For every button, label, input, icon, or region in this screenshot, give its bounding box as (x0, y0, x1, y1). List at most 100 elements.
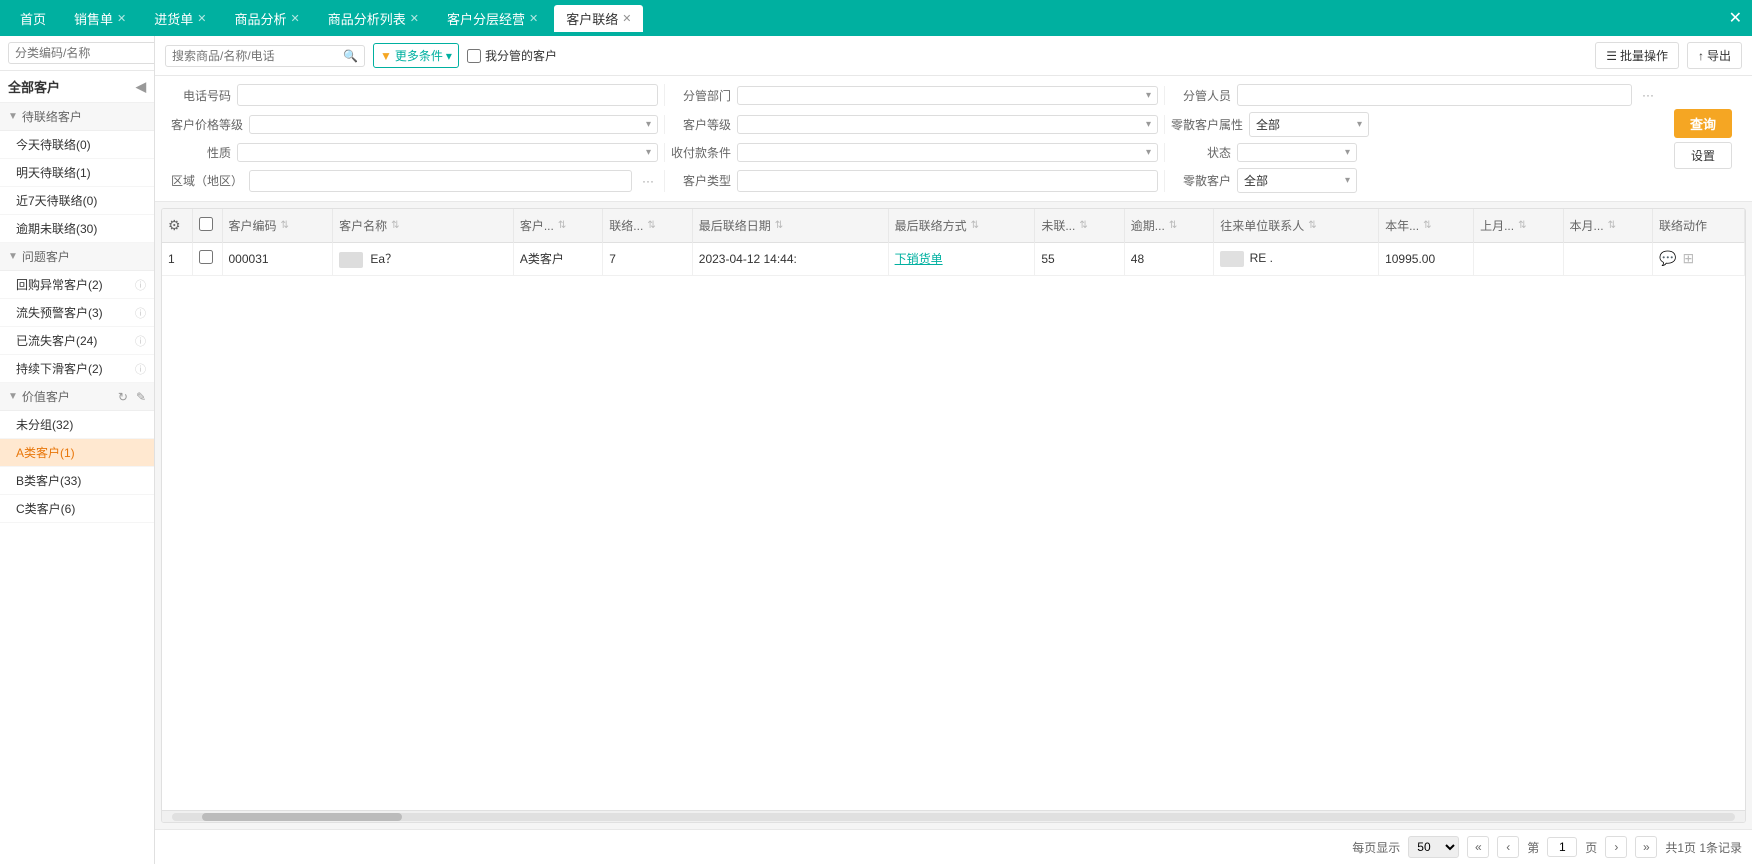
nature-select[interactable]: ▾ (237, 143, 658, 162)
nav-tab-customer-segment[interactable]: 客户分层经营 ✕ (435, 5, 550, 32)
my-customers-checkbox[interactable]: 我分管的客户 (467, 47, 557, 64)
sidebar-item-unclassified[interactable]: 未分组(32) (0, 411, 154, 439)
prev-page-btn[interactable]: ‹ (1497, 836, 1519, 858)
sort-year-amount-icon[interactable]: ⇅ (1423, 220, 1431, 231)
table-scroll-area[interactable]: ⚙ 客户编码 ⇅ (162, 209, 1745, 810)
col-code: 客户编码 ⇅ (222, 209, 333, 243)
sidebar-item-repurchase-abnormal[interactable]: 回购异常客户(2) ⓘ (0, 271, 154, 299)
nav-tab-customer-contact[interactable]: 客户联络 ✕ (554, 5, 643, 32)
sort-code-icon[interactable]: ⇅ (281, 220, 289, 231)
last-page-btn[interactable]: » (1635, 836, 1657, 858)
price-level-select[interactable]: ▾ (249, 115, 658, 134)
export-button[interactable]: ↑ 导出 (1687, 42, 1742, 69)
customer-level-select[interactable]: ▾ (737, 115, 1158, 134)
filter-cell-dept: 分管部门 ▾ (665, 86, 1165, 105)
last-method-link[interactable]: 下销货单 (895, 252, 943, 266)
sidebar-item-churned[interactable]: 已流失客户(24) ⓘ (0, 327, 154, 355)
sort-overdue-icon[interactable]: ⇅ (1169, 220, 1177, 231)
page-number-input[interactable] (1547, 837, 1577, 857)
nav-tab-product-analysis[interactable]: 商品分析 ✕ (222, 5, 311, 32)
section-problem-label: 问题客户 (22, 248, 70, 265)
sidebar-item-class-c[interactable]: C类客户(6) (0, 495, 154, 523)
filter-cell-payment: 收付款条件 ▾ (665, 143, 1165, 162)
sort-unit-contact-icon[interactable]: ⇅ (1308, 220, 1316, 231)
my-customers-check[interactable] (467, 49, 481, 63)
sidebar-item-tomorrow[interactable]: 明天待联络(1) (0, 159, 154, 187)
sort-type-icon[interactable]: ⇅ (558, 220, 566, 231)
sidebar-item-class-b[interactable]: B类客户(33) (0, 467, 154, 495)
filter-bar: 🔍 ▼ 更多条件 ▾ 我分管的客户 ☰ 批量操作 ↑ 导出 (155, 36, 1752, 76)
edit-icon[interactable]: ✎ (136, 390, 146, 404)
close-sales-tab[interactable]: ✕ (117, 12, 126, 25)
per-page-select[interactable]: 50 20 100 200 (1408, 836, 1459, 858)
nav-tab-purchase[interactable]: 进货单 ✕ (142, 5, 218, 32)
manager-input[interactable] (1237, 84, 1632, 106)
phone-input[interactable] (237, 84, 658, 106)
region-more-btn[interactable]: ··· (638, 174, 658, 188)
sidebar-item-today[interactable]: 今天待联络(0) (0, 131, 154, 159)
sidebar-search-input[interactable] (8, 42, 155, 64)
customer-type-input[interactable] (737, 170, 1158, 192)
retail-select[interactable]: 全部 ▾ (1237, 168, 1357, 193)
sort-contact-count-icon[interactable]: ⇅ (647, 220, 655, 231)
select-all-checkbox[interactable] (199, 217, 213, 231)
col-year-amount: 本年... ⇅ (1379, 209, 1474, 243)
close-product-list-tab[interactable]: ✕ (410, 12, 419, 25)
sort-this-month-icon[interactable]: ⇅ (1608, 220, 1616, 231)
batch-op-button[interactable]: ☰ 批量操作 (1595, 42, 1679, 69)
close-customer-segment-tab[interactable]: ✕ (529, 12, 538, 25)
section-value-customers[interactable]: ▼ 价值客户 ↻ ✎ (0, 383, 154, 411)
sort-no-contact-icon[interactable]: ⇅ (1079, 220, 1087, 231)
sidebar-item-7days[interactable]: 近7天待联络(0) (0, 187, 154, 215)
sidebar-item-churn-warning[interactable]: 流失预警客户(3) ⓘ (0, 299, 154, 327)
nav-tab-product-list[interactable]: 商品分析列表 ✕ (316, 5, 431, 32)
payment-chev: ▾ (1146, 147, 1151, 158)
price-level-chev: ▾ (646, 119, 651, 130)
manager-more-btn[interactable]: ··· (1638, 88, 1658, 102)
sidebar-collapse-icon[interactable]: ◀ (136, 79, 146, 95)
filter-cell-region: 区域（地区） ··· (165, 170, 665, 192)
retail-attr-select[interactable]: 全部 ▾ (1249, 112, 1369, 137)
nature-chev: ▾ (646, 147, 651, 158)
close-purchase-tab[interactable]: ✕ (197, 12, 206, 25)
filter-more-button[interactable]: ▼ 更多条件 ▾ (373, 43, 459, 68)
settings-button[interactable]: 设置 (1674, 142, 1732, 169)
section-problem-customers[interactable]: ▼ 问题客户 (0, 243, 154, 271)
main-layout: 🔍 全部客户 ◀ ▼ 待联络客户 今天待联络(0) 明天待联络(1) 近7天待联… (0, 36, 1752, 864)
sidebar-item-class-a[interactable]: A类客户(1) (0, 439, 154, 467)
row-checkbox[interactable] (199, 250, 213, 264)
first-page-btn[interactable]: « (1467, 836, 1489, 858)
sort-name-icon[interactable]: ⇅ (391, 220, 399, 231)
sidebar-item-overdue[interactable]: 逾期未联络(30) (0, 215, 154, 243)
payment-select[interactable]: ▾ (737, 143, 1158, 162)
section-pending-contact[interactable]: ▼ 待联络客户 (0, 103, 154, 131)
query-button[interactable]: 查询 (1674, 109, 1732, 138)
chat-action-icon[interactable]: 💬 (1659, 250, 1676, 267)
sort-last-method-icon[interactable]: ⇅ (971, 220, 979, 231)
window-close-button[interactable]: ✕ (1729, 8, 1742, 28)
sidebar-all-customers-header: 全部客户 ◀ (0, 71, 154, 103)
filter-search-input[interactable] (172, 49, 339, 63)
close-customer-contact-tab[interactable]: ✕ (622, 12, 631, 25)
region-input[interactable] (249, 170, 632, 192)
table-settings-icon[interactable]: ⚙ (168, 217, 181, 233)
close-product-analysis-tab[interactable]: ✕ (291, 12, 300, 25)
scrollbar-thumb[interactable] (202, 813, 402, 821)
filter-cell-retail: 零散客户 全部 ▾ (1165, 168, 1664, 193)
row-this-month (1563, 243, 1652, 276)
sort-last-date-icon[interactable]: ⇅ (775, 220, 783, 231)
dept-select[interactable]: ▾ (737, 86, 1158, 105)
filter-icon: ▼ (380, 49, 392, 63)
filter-search-icon[interactable]: 🔍 (343, 49, 358, 63)
section-pending-label: 待联络客户 (22, 108, 82, 125)
status-select[interactable]: ▾ (1237, 143, 1357, 162)
nav-home[interactable]: 首页 (8, 5, 58, 32)
sort-last-month-icon[interactable]: ⇅ (1518, 220, 1526, 231)
nav-tab-sales[interactable]: 销售单 ✕ (62, 5, 138, 32)
refresh-icon[interactable]: ↻ (118, 390, 128, 404)
sidebar-item-declining[interactable]: 持续下滑客户(2) ⓘ (0, 355, 154, 383)
grid-action-icon[interactable]: ⊞ (1682, 250, 1694, 267)
filter-row-1: 电话号码 分管部门 ▾ 分管人员 (165, 84, 1664, 106)
horizontal-scrollbar[interactable] (162, 810, 1745, 822)
next-page-btn[interactable]: › (1605, 836, 1627, 858)
